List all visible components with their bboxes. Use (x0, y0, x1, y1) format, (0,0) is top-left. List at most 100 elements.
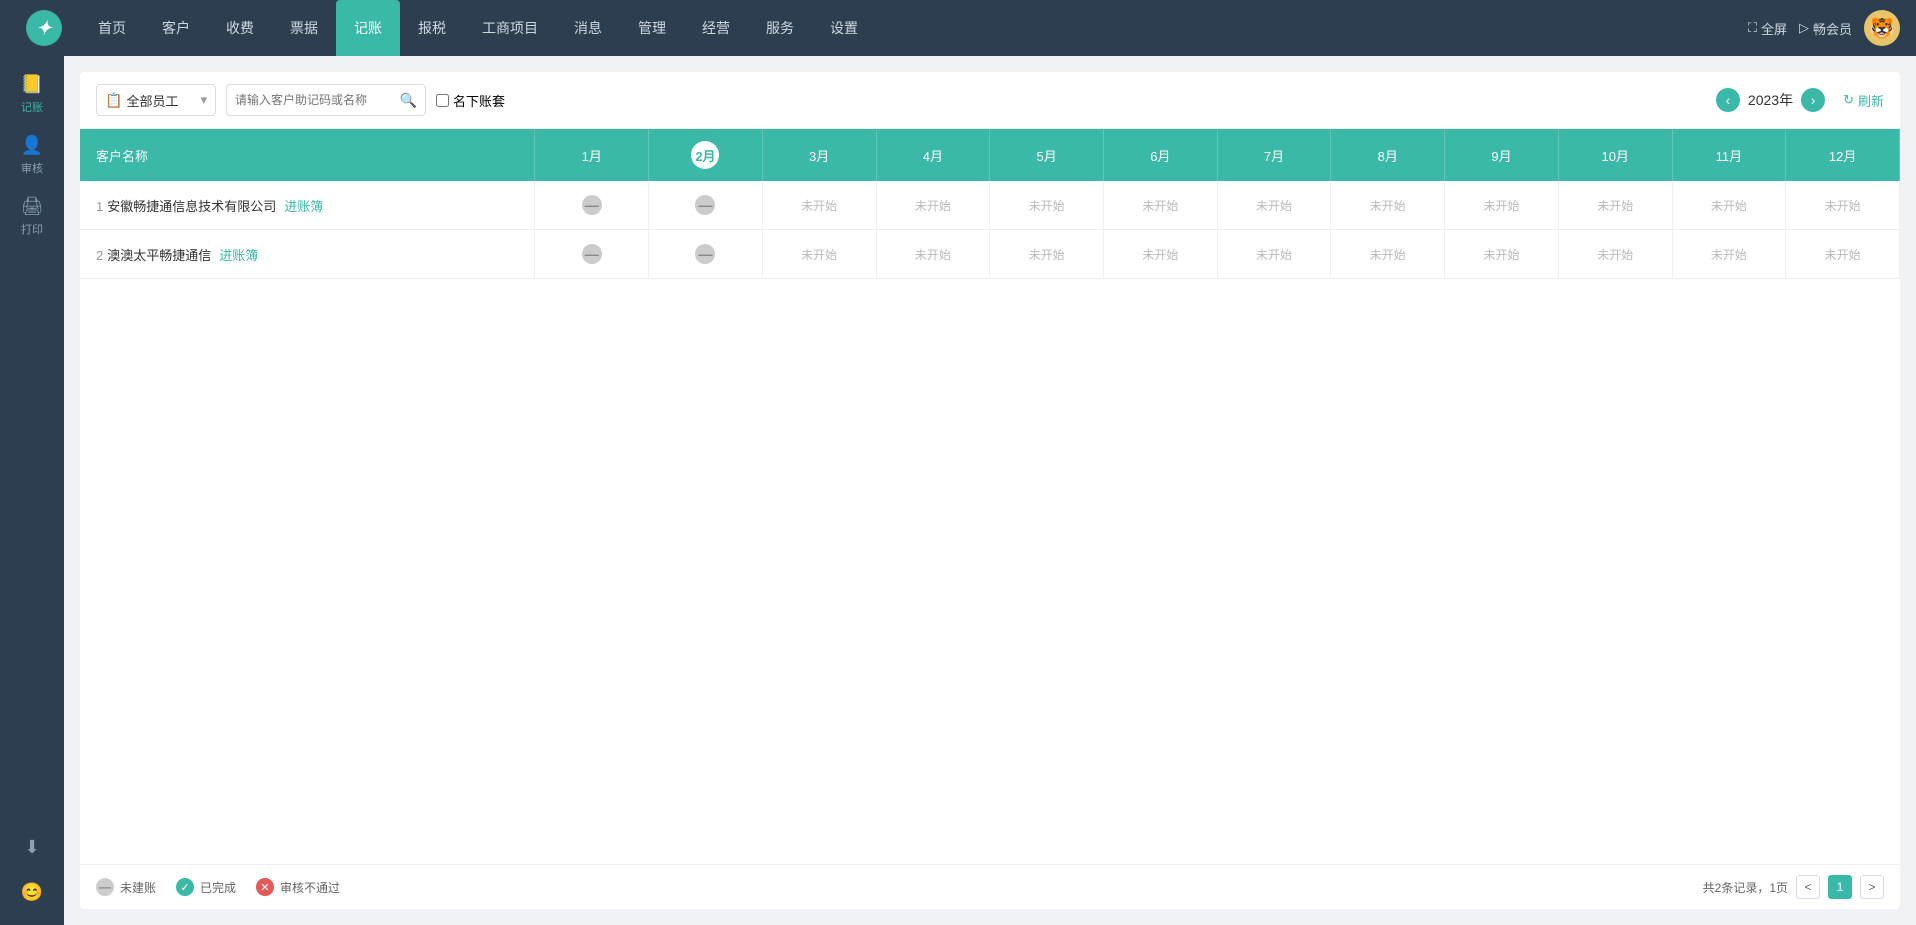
my-accounts-checkbox-input[interactable] (436, 94, 449, 107)
current-page-button[interactable]: 1 (1828, 875, 1852, 899)
row-index: 1 (96, 199, 103, 214)
col-header-4: 4月 (876, 129, 990, 181)
col-header-6: 6月 (1103, 129, 1217, 181)
nav-item-客户[interactable]: 客户 (144, 0, 208, 56)
sidebar-label-审核: 审核 (21, 160, 43, 176)
fullscreen-icon: ⛶ (1748, 20, 1757, 36)
month-status-cell: 未开始 (1217, 181, 1331, 230)
status-not-started: 未开始 (801, 199, 837, 213)
nav-right: ⛶ 全屏 ▷ 畅会员 🐯 (1748, 10, 1900, 46)
month-status-cell: 未开始 (1103, 181, 1217, 230)
legend-dot-red: ✕ (256, 878, 274, 896)
employee-select[interactable]: 📋 全部员工 ▾ (96, 84, 216, 116)
nav-item-设置[interactable]: 设置 (812, 0, 876, 56)
legend-dot-gray: — (96, 878, 114, 896)
month-status-cell: 未开始 (990, 230, 1104, 279)
prev-year-button[interactable]: ‹ (1716, 88, 1740, 112)
month-status-cell: 未开始 (1786, 181, 1900, 230)
table-wrapper: 客户名称1月2月3月4月5月6月7月8月9月10月11月12月 1安徽畅捷通信息… (80, 129, 1900, 864)
status-not-started: 未开始 (1711, 248, 1747, 262)
nav-item-消息[interactable]: 消息 (556, 0, 620, 56)
my-accounts-label: 名下账套 (453, 91, 505, 110)
status-dash-icon: — (582, 195, 602, 215)
status-not-started: 未开始 (1597, 248, 1633, 262)
sidebar-bottom-item[interactable]: ⬇ (0, 827, 64, 868)
fullscreen-label: 全屏 (1761, 19, 1787, 38)
member-icon: ▷ (1799, 20, 1809, 36)
toolbar: 📋 全部员工 ▾ 🔍 名下账套 ‹ 2023年 › (80, 72, 1900, 129)
legend-label-rejected: 审核不通过 (280, 879, 340, 896)
sidebar-bottom: ⬇😊 (0, 827, 64, 925)
legend-not-started: — 未建账 (96, 878, 156, 896)
member-button[interactable]: ▷ 畅会员 (1799, 19, 1852, 38)
legend-rejected: ✕ 审核不通过 (256, 878, 340, 896)
legend-label-completed: 已完成 (200, 879, 236, 896)
nav-item-首页[interactable]: 首页 (80, 0, 144, 56)
year-navigation: ‹ 2023年 › (1716, 88, 1825, 112)
legend-label-not-started: 未建账 (120, 879, 156, 896)
nav-item-票据[interactable]: 票据 (272, 0, 336, 56)
member-label: 畅会员 (1813, 19, 1852, 38)
nav-item-报税[interactable]: 报税 (400, 0, 464, 56)
client-name-cell: 1 安徽畅捷通信息技术有限公司进账簿 (80, 181, 535, 230)
user-avatar[interactable]: 🐯 (1864, 10, 1900, 46)
legend-dot-teal: ✓ (176, 878, 194, 896)
status-not-started: 未开始 (1029, 248, 1065, 262)
logo: ✦ (16, 10, 72, 46)
fullscreen-button[interactable]: ⛶ 全屏 (1748, 19, 1787, 38)
month-status-cell: 未开始 (1786, 230, 1900, 279)
col-header-3: 3月 (762, 129, 876, 181)
row-index: 2 (96, 248, 103, 263)
enter-ledger-link[interactable]: 进账簿 (219, 248, 258, 263)
search-input[interactable] (235, 93, 400, 107)
month-status-cell: 未开始 (1103, 230, 1217, 279)
search-button[interactable]: 🔍 (400, 92, 417, 109)
status-not-started: 未开始 (1597, 199, 1633, 213)
client-name: 澳澳太平畅捷通信 (107, 248, 211, 263)
sidebar-icon-审核: 👤 (21, 135, 43, 156)
sidebar-item-打印[interactable]: 🖨打印 (0, 186, 64, 247)
col-header-5: 5月 (990, 129, 1104, 181)
status-dash-icon: — (695, 244, 715, 264)
sidebar-bottom-icon: ⬇ (24, 837, 39, 858)
status-not-started: 未开始 (1370, 248, 1406, 262)
nav-item-工商项目[interactable]: 工商项目 (464, 0, 556, 56)
month-status-cell: 未开始 (1445, 230, 1559, 279)
status-not-started: 未开始 (1825, 199, 1861, 213)
content-panel: 📋 全部员工 ▾ 🔍 名下账套 ‹ 2023年 › (80, 72, 1900, 909)
prev-page-button[interactable]: < (1796, 875, 1820, 899)
next-year-button[interactable]: › (1801, 88, 1825, 112)
logo-icon: ✦ (26, 10, 62, 46)
enter-ledger-link[interactable]: 进账簿 (284, 199, 323, 214)
chevron-down-icon: ▾ (200, 92, 207, 108)
nav-item-经营[interactable]: 经营 (684, 0, 748, 56)
next-page-button[interactable]: > (1860, 875, 1884, 899)
refresh-button[interactable]: ↻ 刷新 (1843, 91, 1884, 110)
month-status-cell: 未开始 (876, 230, 990, 279)
sidebar-bottom-item[interactable]: 😊 (0, 872, 64, 913)
nav-item-收费[interactable]: 收费 (208, 0, 272, 56)
nav-item-管理[interactable]: 管理 (620, 0, 684, 56)
month-status-cell: 未开始 (762, 230, 876, 279)
content-area: 📋 全部员工 ▾ 🔍 名下账套 ‹ 2023年 › (64, 56, 1916, 925)
sidebar-item-记账[interactable]: 📒记账 (0, 64, 64, 125)
status-not-started: 未开始 (915, 248, 951, 262)
nav-item-服务[interactable]: 服务 (748, 0, 812, 56)
status-not-started: 未开始 (1370, 199, 1406, 213)
client-name: 安徽畅捷通信息技术有限公司 (107, 199, 276, 214)
sidebar-label-打印: 打印 (21, 221, 43, 237)
col-header-2: 2月 (649, 129, 763, 181)
month-status-cell: 未开始 (1558, 230, 1672, 279)
nav-item-记账[interactable]: 记账 (336, 0, 400, 56)
month-status-cell: — (649, 230, 763, 279)
table-row: 1安徽畅捷通信息技术有限公司进账簿——未开始未开始未开始未开始未开始未开始未开始… (80, 181, 1900, 230)
sidebar-item-审核[interactable]: 👤 审核 (0, 125, 64, 186)
month-status-cell: 未开始 (1445, 181, 1559, 230)
status-not-started: 未开始 (1256, 199, 1292, 213)
month-status-cell: — (535, 181, 649, 230)
table-row: 2澳澳太平畅捷通信进账簿——未开始未开始未开始未开始未开始未开始未开始未开始未开… (80, 230, 1900, 279)
top-navigation: ✦ 首页客户收费票据记账报税工商项目消息管理经营服务设置 ⛶ 全屏 ▷ 畅会员 … (0, 0, 1916, 56)
employee-select-text: 全部员工 (126, 91, 196, 110)
legend-completed: ✓ 已完成 (176, 878, 236, 896)
my-accounts-checkbox[interactable]: 名下账套 (436, 91, 505, 110)
